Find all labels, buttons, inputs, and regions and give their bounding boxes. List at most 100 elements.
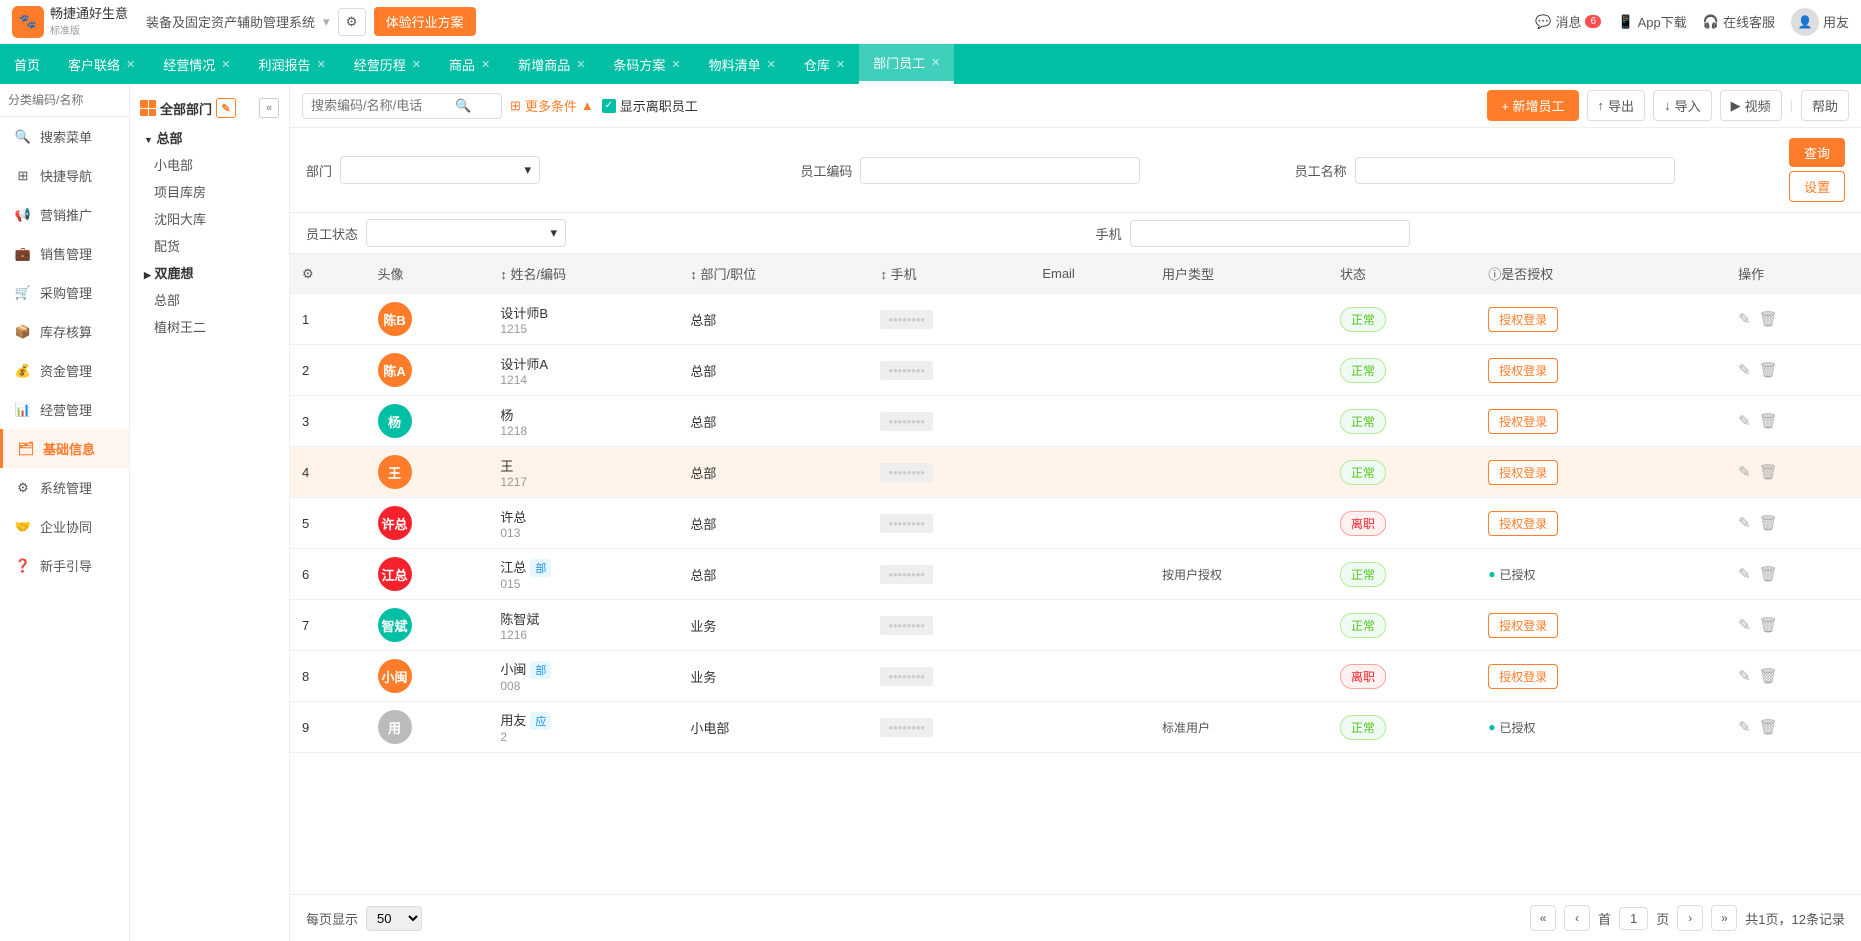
filter-emp-code-input[interactable]	[860, 157, 1140, 184]
online-service-btn[interactable]: 🎧 在线客服	[1703, 12, 1775, 31]
show-resign-checkbox[interactable]: ✓ 显示离职员工	[602, 96, 698, 115]
help-btn[interactable]: 帮助	[1801, 90, 1849, 121]
delete-btn[interactable]: 🗑	[1759, 310, 1778, 328]
next-page-btn[interactable]: ›	[1677, 905, 1703, 931]
sidebar-item-search-menu[interactable]: 🔍 搜索菜单	[0, 117, 129, 156]
sidebar-item-purchase[interactable]: 🛒 采购管理	[0, 273, 129, 312]
tab-new-goods-close[interactable]: ✕	[576, 58, 585, 71]
sidebar-search-box[interactable]: 🔍	[0, 84, 129, 117]
export-btn[interactable]: ↑ 导出	[1587, 90, 1646, 121]
delete-btn[interactable]: 🗑	[1759, 514, 1778, 532]
tab-goods[interactable]: 商品✕	[435, 44, 504, 84]
tab-history-close[interactable]: ✕	[412, 58, 421, 71]
search-btn[interactable]: 查询	[1789, 138, 1845, 167]
filter-dept-select[interactable]: ▾	[340, 156, 540, 184]
tab-department-close[interactable]: ✕	[931, 56, 940, 69]
tab-customer-close[interactable]: ✕	[126, 58, 135, 71]
th-dept-position[interactable]: ↕ 部门/职位	[678, 254, 868, 294]
authorize-btn[interactable]: 授权登录	[1488, 511, 1558, 536]
tab-home[interactable]: 首页	[0, 44, 54, 84]
dept-item-shenyang[interactable]: 沈阳大库	[130, 205, 289, 232]
emp-search-box[interactable]: 🔍	[302, 93, 502, 119]
dropdown-icon[interactable]: ▾	[323, 14, 330, 30]
edit-btn[interactable]: ✎	[1738, 718, 1751, 736]
filter-emp-name-input[interactable]	[1355, 157, 1675, 184]
authorize-btn[interactable]: 授权登录	[1488, 460, 1558, 485]
sidebar-item-basic-info[interactable]: 🗂 基础信息	[0, 429, 129, 468]
first-page-btn[interactable]: «	[1530, 905, 1556, 931]
edit-btn[interactable]: ✎	[1738, 667, 1751, 685]
dept-item-zongbu[interactable]: 总部	[130, 286, 289, 313]
dept-group-shuanglu-label[interactable]: ▶ 双鹿想	[130, 259, 289, 286]
tab-barcode-close[interactable]: ✕	[671, 58, 680, 71]
app-download-btn[interactable]: 📱 App下载	[1617, 12, 1686, 31]
add-emp-btn[interactable]: + 新增员工	[1487, 90, 1578, 121]
edit-btn[interactable]: ✎	[1738, 463, 1751, 481]
sidebar-item-system[interactable]: ⚙ 系统管理	[0, 468, 129, 507]
per-page-select[interactable]: 50 100 200	[366, 906, 422, 931]
authorize-btn[interactable]: 授权登录	[1488, 358, 1558, 383]
tab-profit-close[interactable]: ✕	[317, 58, 326, 71]
prev-page-btn[interactable]: ‹	[1564, 905, 1590, 931]
tab-warehouse-close[interactable]: ✕	[836, 58, 845, 71]
delete-btn[interactable]: 🗑	[1759, 412, 1778, 430]
dept-item-project[interactable]: 项目库房	[130, 178, 289, 205]
authorize-btn[interactable]: 授权登录	[1488, 307, 1558, 332]
settings-gear-btn[interactable]: ⚙	[338, 8, 366, 36]
sidebar-item-finance[interactable]: 💰 资金管理	[0, 351, 129, 390]
sidebar-item-guide[interactable]: ❓ 新手引导	[0, 546, 129, 585]
tab-profit[interactable]: 利润报告✕	[244, 44, 339, 84]
dept-group-hq-label[interactable]: ▼ 总部	[130, 124, 289, 151]
dept-item-distribution[interactable]: 配货	[130, 232, 289, 259]
dept-edit-btn[interactable]: ✎	[216, 98, 236, 118]
tab-operation-close[interactable]: ✕	[221, 58, 230, 71]
message-btn[interactable]: 💬 消息 6	[1535, 12, 1601, 31]
th-settings[interactable]: ⚙	[290, 254, 366, 294]
authorize-btn[interactable]: 授权登录	[1488, 664, 1558, 689]
dept-item-zhishu[interactable]: 植树王二	[130, 313, 289, 340]
tab-customer[interactable]: 客户联络✕	[54, 44, 149, 84]
tab-new-goods[interactable]: 新增商品✕	[504, 44, 599, 84]
settings-btn[interactable]: 设置	[1789, 171, 1845, 202]
filter-phone-input[interactable]	[1130, 220, 1410, 247]
tab-history[interactable]: 经营历程✕	[340, 44, 435, 84]
tab-materials-close[interactable]: ✕	[767, 58, 776, 71]
tab-goods-close[interactable]: ✕	[481, 58, 490, 71]
sidebar-item-marketing[interactable]: 📢 营销推广	[0, 195, 129, 234]
sidebar-item-inventory[interactable]: 📦 库存核算	[0, 312, 129, 351]
edit-btn[interactable]: ✎	[1738, 361, 1751, 379]
delete-btn[interactable]: 🗑	[1759, 361, 1778, 379]
emp-search-input[interactable]	[311, 98, 451, 113]
sidebar-item-operation-mgr[interactable]: 📊 经营管理	[0, 390, 129, 429]
delete-btn[interactable]: 🗑	[1759, 718, 1778, 736]
tab-warehouse[interactable]: 仓库✕	[790, 44, 859, 84]
edit-btn[interactable]: ✎	[1738, 616, 1751, 634]
delete-btn[interactable]: 🗑	[1759, 616, 1778, 634]
sidebar-item-enterprise[interactable]: 🤝 企业协同	[0, 507, 129, 546]
dept-collapse-btn[interactable]: «	[259, 98, 279, 118]
last-page-btn[interactable]: »	[1711, 905, 1737, 931]
edit-btn[interactable]: ✎	[1738, 412, 1751, 430]
more-filter-btn[interactable]: ⊞ 更多条件 ▲	[510, 96, 594, 115]
tab-department[interactable]: 部门员工 ✕	[859, 44, 954, 84]
tab-operation[interactable]: 经营情况✕	[149, 44, 244, 84]
experience-btn[interactable]: 体验行业方案	[374, 7, 476, 36]
authorize-btn[interactable]: 授权登录	[1488, 409, 1558, 434]
delete-btn[interactable]: 🗑	[1759, 667, 1778, 685]
user-avatar-btn[interactable]: 👤 用友	[1791, 8, 1849, 36]
edit-btn[interactable]: ✎	[1738, 565, 1751, 583]
tab-materials[interactable]: 物料清单✕	[695, 44, 790, 84]
delete-btn[interactable]: 🗑	[1759, 565, 1778, 583]
edit-btn[interactable]: ✎	[1738, 310, 1751, 328]
view-btn[interactable]: ▶ 视频	[1720, 90, 1782, 121]
sidebar-search-input[interactable]	[8, 93, 130, 107]
th-name-code[interactable]: ↕ 姓名/编码	[488, 254, 678, 294]
th-phone[interactable]: ↕ 手机	[868, 254, 1030, 294]
edit-btn[interactable]: ✎	[1738, 514, 1751, 532]
authorize-btn[interactable]: 授权登录	[1488, 613, 1558, 638]
filter-status-select[interactable]: ▾	[366, 219, 566, 247]
delete-btn[interactable]: 🗑	[1759, 463, 1778, 481]
dept-item-xd[interactable]: 小电部	[130, 151, 289, 178]
sidebar-item-sales[interactable]: 💼 销售管理	[0, 234, 129, 273]
import-btn[interactable]: ↓ 导入	[1653, 90, 1712, 121]
